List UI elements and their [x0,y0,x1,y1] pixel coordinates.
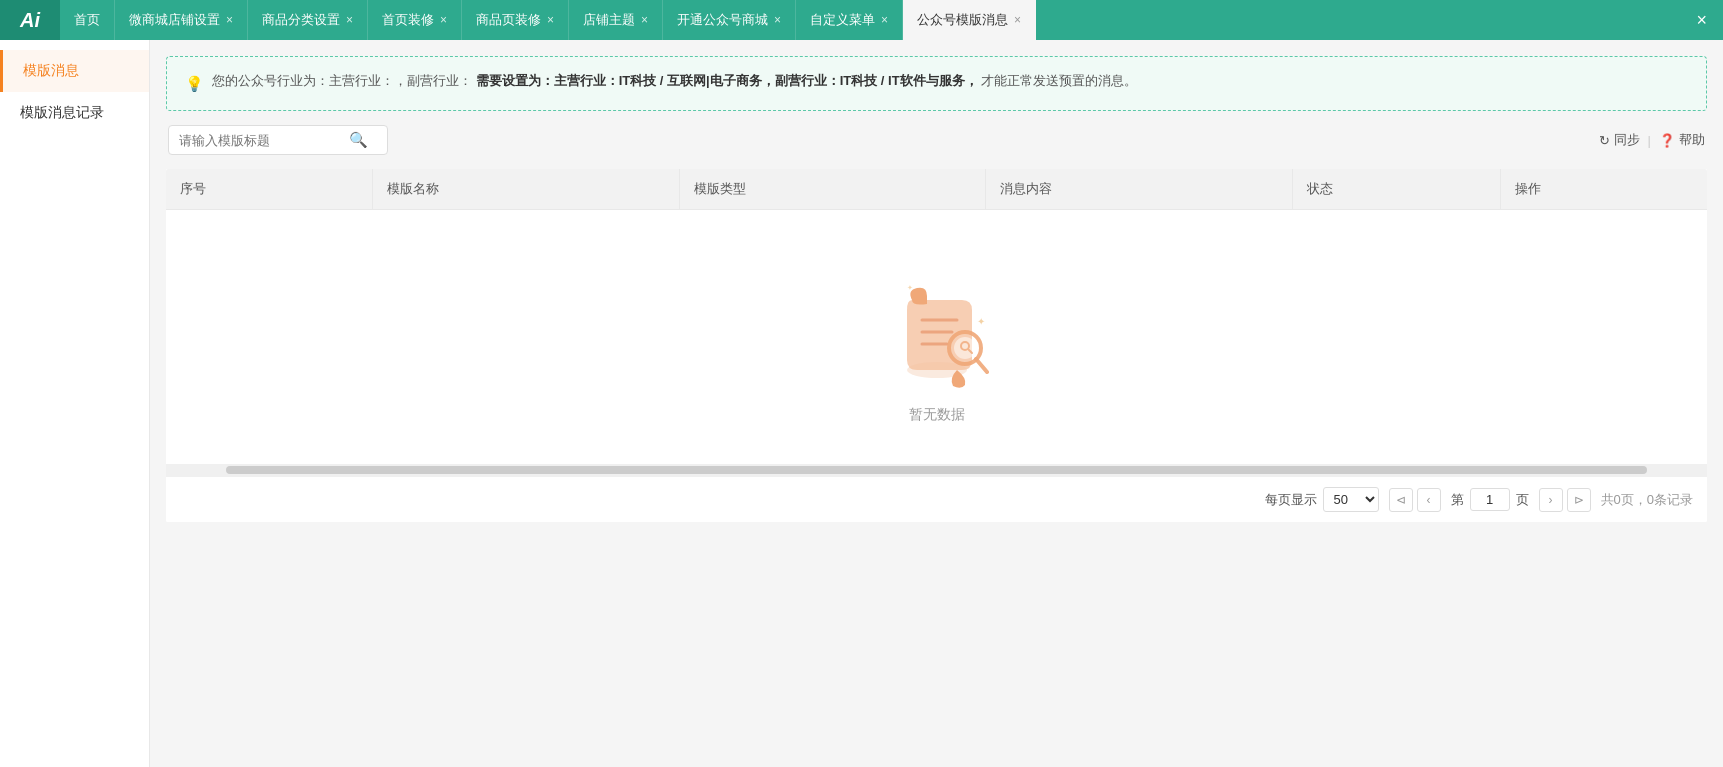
col-header-seq: 序号 [166,169,372,210]
page-number-input[interactable] [1470,488,1510,511]
main-layout: 模版消息模版消息记录 💡 您的公众号行业为：主营行业：，副营行业： 需要设置为：… [0,40,1723,767]
toolbar-divider: | [1648,133,1651,148]
col-header-content: 消息内容 [986,169,1293,210]
tabs-container: 首页微商城店铺设置 ×商品分类设置 ×首页装修 ×商品页装修 ×店铺主题 ×开通… [60,0,1680,40]
tab-close-wshop-setting[interactable]: × [226,13,233,27]
tab-category-setting[interactable]: 商品分类设置 × [248,0,368,40]
pagination-nav-buttons: ⊲ ‹ [1389,488,1441,512]
svg-point-5 [954,337,976,359]
pagination-bar: 每页显示 10 20 50 100 ⊲ ‹ 第 页 [166,476,1707,522]
per-page-dropdown[interactable]: 10 20 50 100 [1323,487,1379,512]
col-header-status: 状态 [1292,169,1500,210]
sidebar: 模版消息模版消息记录 [0,40,150,767]
col-header-type: 模版类型 [679,169,986,210]
page-label-before: 第 [1451,491,1464,509]
page-input-wrap: 第 页 [1451,488,1529,511]
tab-label-home-decor: 首页装修 [382,11,434,29]
top-nav: Ai 首页微商城店铺设置 ×商品分类设置 ×首页装修 ×商品页装修 ×店铺主题 … [0,0,1723,40]
page-label-after: 页 [1516,491,1529,509]
tab-wshop-setting[interactable]: 微商城店铺设置 × [115,0,248,40]
tab-close-shop-theme[interactable]: × [641,13,648,27]
data-table: 序号模版名称模版类型消息内容状态操作 [166,169,1707,210]
tab-close-product-decor[interactable]: × [547,13,554,27]
tab-close-open-mall[interactable]: × [774,13,781,27]
col-header-name: 模版名称 [372,169,679,210]
tab-home[interactable]: 首页 [60,0,115,40]
notice-text: 您的公众号行业为：主营行业：，副营行业： 需要设置为：主营行业：IT科技 / 互… [212,71,1137,92]
sidebar-item-template-log[interactable]: 模版消息记录 [0,92,149,134]
table-container: 序号模版名称模版类型消息内容状态操作 [166,169,1707,522]
global-close-button[interactable]: × [1680,0,1723,40]
help-label: 帮助 [1679,131,1705,149]
help-icon: ❓ [1659,133,1675,148]
search-input-wrap: 🔍 [168,125,388,155]
notice-suffix: 才能正常发送预置的消息。 [981,73,1137,88]
app-logo: Ai [0,0,60,40]
per-page-label: 每页显示 [1265,491,1317,509]
search-icon[interactable]: 🔍 [349,131,368,149]
bulb-icon: 💡 [185,72,204,96]
pagination-next-buttons: › ⊳ [1539,488,1591,512]
toolbar-right: ↻ 同步 | ❓ 帮助 [1599,131,1705,149]
svg-text:✦: ✦ [977,316,985,327]
last-page-button[interactable]: ⊳ [1567,488,1591,512]
tab-template-msg[interactable]: 公众号模版消息 × [903,0,1036,40]
notice-highlight: 需要设置为：主营行业：IT科技 / 互联网|电子商务，副营行业：IT科技 / I… [476,73,978,88]
empty-text: 暂无数据 [909,406,965,424]
tab-label-shop-theme: 店铺主题 [583,11,635,29]
sync-icon: ↻ [1599,133,1610,148]
content-area: 💡 您的公众号行业为：主营行业：，副营行业： 需要设置为：主营行业：IT科技 /… [150,40,1723,767]
sync-button[interactable]: ↻ 同步 [1599,131,1640,149]
next-page-button[interactable]: › [1539,488,1563,512]
tab-close-home-decor[interactable]: × [440,13,447,27]
tab-close-category-setting[interactable]: × [346,13,353,27]
tab-label-home: 首页 [74,11,100,29]
tab-open-mall[interactable]: 开通公众号商城 × [663,0,796,40]
svg-text:✦: ✦ [907,284,913,291]
tab-custom-menu[interactable]: 自定义菜单 × [796,0,903,40]
col-header-action: 操作 [1501,169,1707,210]
tab-label-open-mall: 开通公众号商城 [677,11,768,29]
sidebar-item-template-msg[interactable]: 模版消息 [0,50,149,92]
first-page-button[interactable]: ⊲ [1389,488,1413,512]
tab-label-template-msg: 公众号模版消息 [917,11,1008,29]
tab-shop-theme[interactable]: 店铺主题 × [569,0,663,40]
notice-box: 💡 您的公众号行业为：主营行业：，副营行业： 需要设置为：主营行业：IT科技 /… [166,56,1707,111]
tab-label-category-setting: 商品分类设置 [262,11,340,29]
tab-close-template-msg[interactable]: × [1014,13,1021,27]
sync-label: 同步 [1614,131,1640,149]
total-info: 共0页，0条记录 [1601,491,1693,509]
tab-home-decor[interactable]: 首页装修 × [368,0,462,40]
prev-page-button[interactable]: ‹ [1417,488,1441,512]
empty-illustration: ✦ ✦ [877,270,997,390]
table-header-row: 序号模版名称模版类型消息内容状态操作 [166,169,1707,210]
search-toolbar: 🔍 ↻ 同步 | ❓ 帮助 [166,125,1707,155]
help-button[interactable]: ❓ 帮助 [1659,131,1705,149]
tab-close-custom-menu[interactable]: × [881,13,888,27]
tab-label-product-decor: 商品页装修 [476,11,541,29]
search-input[interactable] [179,133,349,148]
svg-line-6 [976,359,987,372]
tab-product-decor[interactable]: 商品页装修 × [462,0,569,40]
notice-prefix: 您的公众号行业为：主营行业：，副营行业： [212,73,472,88]
tab-label-custom-menu: 自定义菜单 [810,11,875,29]
scrollbar-thumb[interactable] [226,466,1647,474]
per-page-select: 每页显示 10 20 50 100 [1265,487,1379,512]
empty-state: ✦ ✦ 暂无数据 [166,210,1707,464]
horizontal-scrollbar[interactable] [166,464,1707,476]
tab-label-wshop-setting: 微商城店铺设置 [129,11,220,29]
